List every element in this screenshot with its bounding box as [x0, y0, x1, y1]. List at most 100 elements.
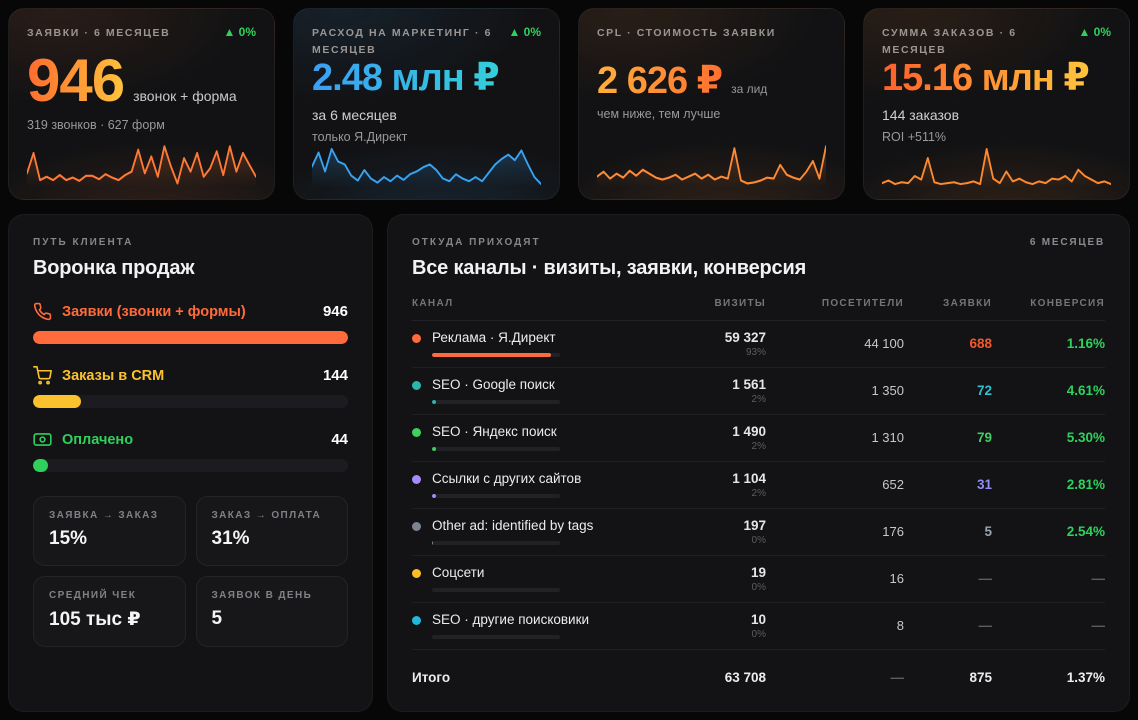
- kpi-card-leads[interactable]: ЗАЯВКИ · 6 МЕСЯЦЕВ ▲ 0% 946 звонок + фор…: [8, 8, 275, 200]
- channel-dot-icon: [412, 333, 421, 343]
- table-row[interactable]: Реклама · Я.Директ 59 327 93% 44 100 688…: [412, 321, 1105, 368]
- table-row[interactable]: SEO · другие поисковики 10 0% 8 — —: [412, 603, 1105, 650]
- channel-name: Ссылки с других сайтов: [432, 470, 582, 486]
- trend-badge: ▲ 0%: [1078, 25, 1111, 39]
- total-visitors: —: [890, 670, 905, 685]
- table-row[interactable]: SEO · Google поиск 1 561 2% 1 350 72 4.6…: [412, 368, 1105, 415]
- visits-share: 0%: [751, 581, 766, 593]
- kpi-title: СУММА ЗАКАЗОВ · 6 МЕСЯЦЕВ: [882, 27, 1017, 56]
- visits-share: 0%: [751, 628, 766, 640]
- channel-share-bar: [432, 353, 560, 358]
- kpi-row: ЗАЯВКИ · 6 МЕСЯЦЕВ ▲ 0% 946 звонок + фор…: [8, 8, 1130, 200]
- kpi-value: 2 626 ₽: [597, 59, 723, 102]
- funnel-bar-fill: [33, 331, 348, 344]
- kpi-subline: чем ниже, тем лучше: [597, 106, 721, 121]
- visits-value: 1 490: [732, 423, 766, 439]
- conversion-value: 2.81%: [1066, 477, 1105, 492]
- channel-name: SEO · другие поисковики: [432, 611, 590, 627]
- funnel-step-leads: Заявки (звонки + формы) 946: [33, 302, 348, 344]
- funnel-step-value: 44: [331, 431, 348, 448]
- visits-value: 197: [743, 517, 766, 533]
- channel-dot-icon: [412, 474, 421, 484]
- channel-name: Соцсети: [432, 564, 485, 580]
- stat-card: ЗАЯВОК В ДЕНЬ 5: [195, 576, 348, 647]
- cart-icon: [33, 366, 52, 385]
- channel-name: Реклама · Я.Директ: [432, 329, 556, 345]
- kpi-subline: 319 звонков · 627 форм: [27, 117, 165, 132]
- total-leads: 875: [969, 670, 992, 685]
- channel-name: SEO · Яндекс поиск: [432, 423, 557, 439]
- funnel-panel: ПУТЬ КЛИЕНТА Воронка продаж Заявки (звон…: [8, 214, 373, 712]
- funnel-step-label: Оплачено: [62, 431, 134, 448]
- stat-card: ЗАЯВКА → ЗАКАЗ 15%: [33, 496, 186, 566]
- channel-dot-icon: [412, 568, 421, 578]
- col-visitors: ПОСЕТИТЕЛИ: [821, 298, 904, 309]
- visits-share: 93%: [745, 346, 766, 358]
- funnel-bar-track: [33, 395, 348, 408]
- visitors-value: 1 350: [871, 383, 904, 398]
- total-visits: 63 708: [724, 670, 766, 685]
- stat-label: СРЕДНИЙ ЧЕК: [49, 590, 137, 601]
- kpi-card-order-sum[interactable]: СУММА ЗАКАЗОВ · 6 МЕСЯЦЕВ ▲ 0% 15.16 млн…: [863, 8, 1130, 200]
- funnel-kicker: ПУТЬ КЛИЕНТА: [33, 237, 134, 248]
- table-row[interactable]: Ссылки с других сайтов 1 104 2% 652 31 2…: [412, 462, 1105, 509]
- visits-share: 2%: [751, 440, 766, 452]
- channel-dot-icon: [412, 380, 421, 390]
- trend-badge: ▲ 0%: [223, 25, 256, 39]
- channel-share-bar: [432, 541, 560, 546]
- funnel-step-value: 946: [322, 303, 348, 320]
- funnel-title: Воронка продаж: [33, 257, 195, 279]
- channel-share-bar: [432, 447, 560, 452]
- funnel-bar-track: [33, 459, 348, 472]
- visitors-value: 176: [882, 524, 904, 539]
- sparkline-chart: [882, 144, 1111, 187]
- conversion-value: 4.61%: [1066, 383, 1105, 398]
- table-row[interactable]: Other ad: identified by tags 197 0% 176 …: [412, 509, 1105, 556]
- funnel-step-label: Заявки (звонки + формы): [62, 303, 246, 320]
- sparkline-chart: [597, 141, 826, 187]
- leads-value: —: [978, 571, 993, 586]
- visits-share: 2%: [751, 487, 766, 499]
- funnel-bar-track: [33, 331, 348, 344]
- stat-value: 31%: [211, 528, 250, 549]
- table-header: КАНАЛ ВИЗИТЫ ПОСЕТИТЕЛИ ЗАЯВКИ КОНВЕРСИЯ: [412, 298, 1105, 321]
- kpi-subline: за 6 месяцев: [312, 106, 397, 123]
- leads-value: —: [978, 618, 993, 633]
- funnel-step-label: Заказы в CRM: [62, 367, 165, 384]
- stat-card: СРЕДНИЙ ЧЕК 105 тыс ₽: [33, 576, 186, 647]
- table-row[interactable]: SEO · Яндекс поиск 1 490 2% 1 310 79 5.3…: [412, 415, 1105, 462]
- channel-share-bar: [432, 400, 560, 405]
- kpi-value: 2.48 млн ₽: [312, 56, 500, 99]
- stat-label: ЗАКАЗ → ОПЛАТА: [211, 510, 322, 521]
- leads-value: 79: [976, 430, 992, 445]
- visits-value: 1 561: [732, 376, 766, 392]
- conversion-value: 2.54%: [1066, 524, 1105, 539]
- kpi-card-marketing-spend[interactable]: РАСХОД НА МАРКЕТИНГ · 6 МЕСЯЦЕВ ▲ 0% 2.4…: [293, 8, 560, 200]
- kpi-value: 15.16 млн ₽: [882, 56, 1090, 99]
- channels-kicker: ОТКУДА ПРИХОДЯТ: [412, 237, 541, 248]
- col-visits: ВИЗИТЫ: [714, 298, 766, 309]
- banknote-icon: [33, 430, 52, 449]
- channel-dot-icon: [412, 521, 421, 531]
- funnel-bar-fill: [33, 395, 81, 408]
- kpi-title: РАСХОД НА МАРКЕТИНГ · 6 МЕСЯЦЕВ: [312, 27, 493, 56]
- visits-value: 1 104: [732, 470, 766, 486]
- col-channel: КАНАЛ: [412, 298, 454, 309]
- channels-title: Все каналы · визиты, заявки, конверсия: [412, 257, 807, 279]
- visits-value: 59 327: [724, 329, 766, 345]
- kpi-card-cpl[interactable]: CPL · СТОИМОСТЬ ЗАЯВКИ 2 626 ₽ за лид че…: [578, 8, 845, 200]
- visitors-value: 1 310: [871, 430, 904, 445]
- kpi-title: ЗАЯВКИ · 6 МЕСЯЦЕВ: [27, 27, 171, 39]
- funnel-step-orders: Заказы в CRM 144: [33, 366, 348, 408]
- visits-value: 19: [750, 564, 766, 580]
- visitors-value: 44 100: [864, 336, 904, 351]
- funnel-step-value: 144: [322, 367, 348, 384]
- channel-share-bar: [432, 635, 560, 640]
- kpi-subline: только Я.Директ: [312, 129, 408, 144]
- table-total-row: Итого 63 708 — 875 1.37%: [412, 650, 1105, 697]
- table-row[interactable]: Соцсети 19 0% 16 — —: [412, 556, 1105, 603]
- phone-icon: [33, 302, 52, 321]
- visits-share: 0%: [751, 534, 766, 546]
- channels-panel: ОТКУДА ПРИХОДЯТ Все каналы · визиты, зая…: [387, 214, 1130, 712]
- visits-value: 10: [750, 611, 766, 627]
